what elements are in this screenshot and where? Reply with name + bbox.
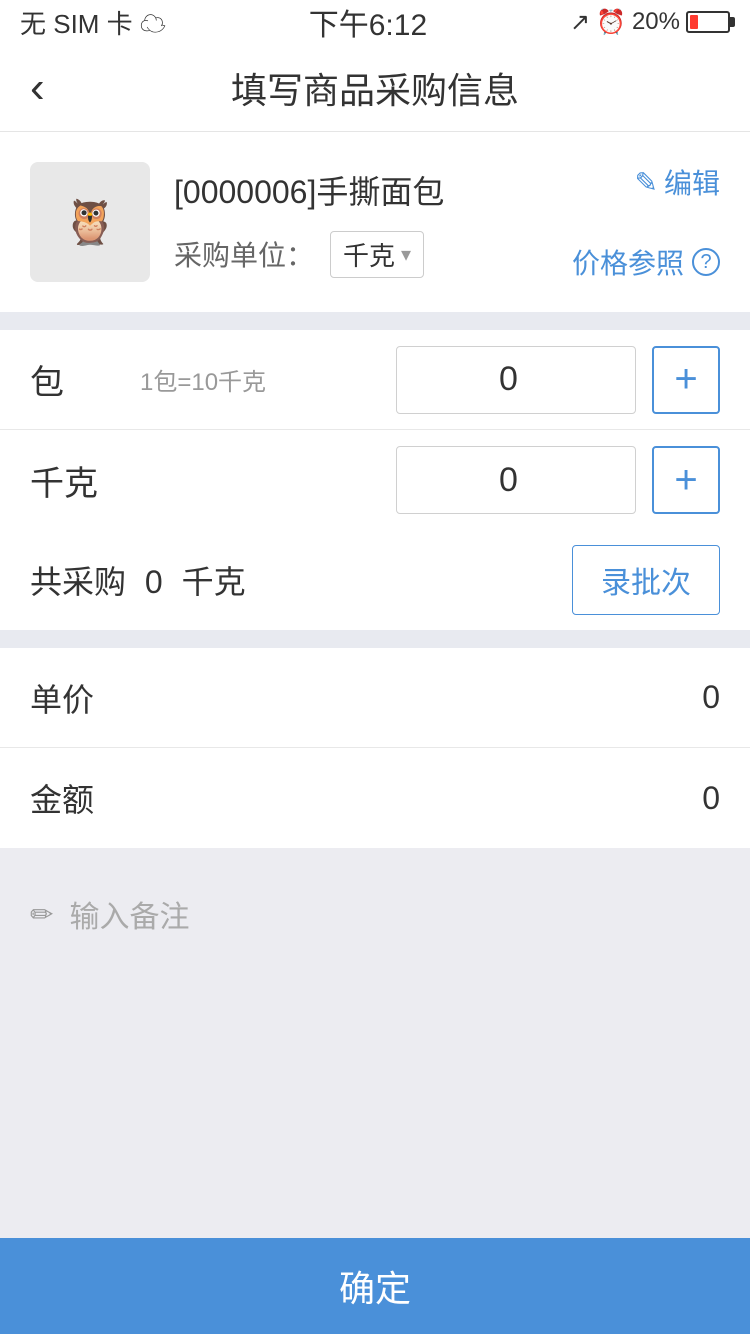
alarm-icon: ⏰ bbox=[596, 8, 626, 37]
product-card: 🦉 [0000006]手撕面包 采购单位： 千克 ▾ ✎ 编辑 价格参照 ? bbox=[0, 132, 750, 312]
price-ref-label: 价格参照 bbox=[572, 242, 684, 282]
divider-2 bbox=[0, 630, 750, 648]
kg-quantity-row: 千克 + bbox=[0, 430, 750, 530]
bag-sub-label: 1包=10千克 bbox=[140, 362, 266, 397]
edit-button[interactable]: ✎ 编辑 bbox=[635, 162, 720, 202]
bag-plus-button[interactable]: + bbox=[652, 346, 720, 414]
price-ref-help-icon: ? bbox=[692, 248, 720, 276]
status-right: ↗ ⏰ 20% bbox=[570, 8, 730, 37]
pencil-icon: ✏ bbox=[30, 898, 53, 931]
kg-plus-button[interactable]: + bbox=[652, 446, 720, 514]
edit-label: 编辑 bbox=[664, 162, 720, 202]
confirm-button[interactable]: 确定 bbox=[0, 1238, 750, 1334]
amount-row: 金额 0 bbox=[0, 748, 750, 848]
summary-suffix: 千克 bbox=[182, 564, 246, 600]
status-left: 无 SIM 卡 ☁ bbox=[20, 4, 166, 41]
status-time: 下午6:12 bbox=[309, 0, 427, 44]
divider-1 bbox=[0, 312, 750, 330]
unit-prefix-label: 采购单位： bbox=[174, 234, 314, 274]
price-section: 单价 0 金额 0 bbox=[0, 648, 750, 848]
unit-value: 千克 bbox=[343, 236, 395, 273]
edit-icon: ✎ bbox=[635, 166, 658, 199]
page-title: 填写商品采购信息 bbox=[231, 62, 519, 114]
price-reference-button[interactable]: 价格参照 ? bbox=[572, 242, 720, 282]
confirm-label: 确定 bbox=[339, 1260, 411, 1312]
unit-price-row: 单价 0 bbox=[0, 648, 750, 748]
kg-label: 千克 bbox=[30, 456, 130, 505]
remark-section[interactable]: ✏ 输入备注 bbox=[0, 866, 750, 962]
product-thumbnail: 🦉 bbox=[30, 162, 150, 282]
bag-input-area: + bbox=[266, 346, 720, 414]
battery-pct: 20% bbox=[632, 8, 680, 36]
nav-bar: ‹ 填写商品采购信息 bbox=[0, 44, 750, 132]
product-thumb-icon: 🦉 bbox=[63, 196, 118, 248]
battery-icon bbox=[686, 11, 730, 33]
bag-quantity-row: 包 1包=10千克 + bbox=[0, 330, 750, 430]
bag-quantity-input[interactable] bbox=[396, 346, 636, 414]
summary-text: 共采购 0 千克 bbox=[30, 557, 246, 603]
back-button[interactable]: ‹ bbox=[30, 66, 45, 110]
remark-input[interactable]: 输入备注 bbox=[69, 892, 189, 936]
batch-record-button[interactable]: 录批次 bbox=[572, 545, 720, 615]
amount-value: 0 bbox=[702, 780, 720, 817]
kg-input-area: + bbox=[130, 446, 720, 514]
unit-price-value: 0 bbox=[702, 679, 720, 716]
summary-row: 共采购 0 千克 录批次 bbox=[0, 530, 750, 630]
kg-quantity-input[interactable] bbox=[396, 446, 636, 514]
unit-select[interactable]: 千克 ▾ bbox=[330, 231, 424, 278]
location-icon: ↗ bbox=[570, 8, 590, 37]
unit-dropdown-arrow: ▾ bbox=[401, 242, 411, 267]
summary-prefix: 共采购 bbox=[30, 564, 126, 600]
summary-amount: 0 bbox=[145, 564, 163, 600]
bag-label: 包 bbox=[30, 355, 130, 404]
quantity-form-section: 包 1包=10千克 + 千克 + bbox=[0, 330, 750, 530]
unit-price-label: 单价 bbox=[30, 675, 94, 721]
sim-label: 无 SIM 卡 ☁ bbox=[20, 4, 166, 41]
status-bar: 无 SIM 卡 ☁ 下午6:12 ↗ ⏰ 20% bbox=[0, 0, 750, 44]
amount-label: 金额 bbox=[30, 775, 94, 821]
